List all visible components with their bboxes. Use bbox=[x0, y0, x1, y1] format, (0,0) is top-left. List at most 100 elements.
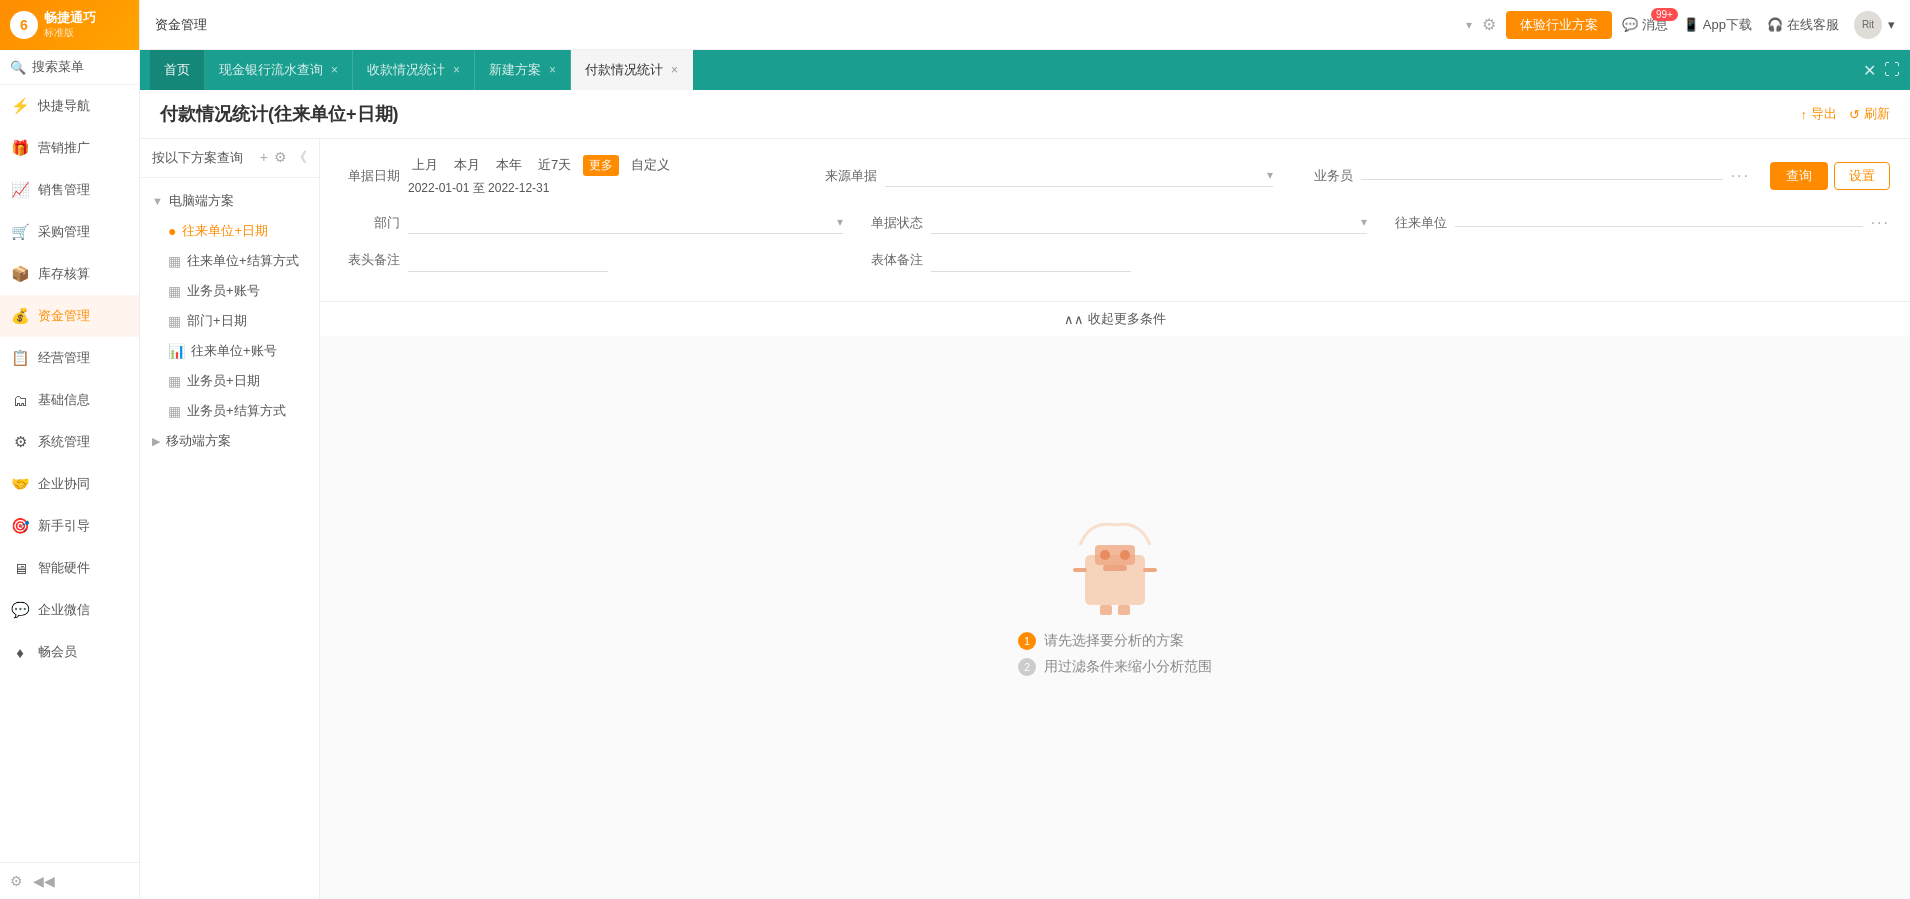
scheme-tree: ▼ 电脑端方案 ● 往来单位+日期 ▦ 往来单位+结算方式 bbox=[140, 178, 319, 464]
sidebar-item-guide[interactable]: 🎯 新手引导 bbox=[0, 505, 139, 547]
add-scheme-button[interactable]: + bbox=[260, 149, 268, 167]
chevron-up-icon: ∧∧ bbox=[1064, 312, 1084, 327]
sidebar-item-basic[interactable]: 🗂 基础信息 bbox=[0, 379, 139, 421]
date-more[interactable]: 更多 bbox=[583, 155, 619, 176]
empty-illustration bbox=[1055, 500, 1175, 620]
user-avatar[interactable]: Rit ▾ bbox=[1854, 11, 1895, 39]
svg-rect-8 bbox=[1118, 605, 1130, 615]
source-select[interactable]: ▾ bbox=[885, 164, 1274, 187]
scheme-item-staff-account[interactable]: ▦ 业务员+账号 bbox=[140, 276, 319, 306]
purchase-icon: 🛒 bbox=[10, 222, 30, 242]
scheme-active-icon: ● bbox=[168, 223, 176, 239]
system-icon: ⚙ bbox=[10, 432, 30, 452]
scheme-item-staff-settle[interactable]: ▦ 业务员+结算方式 bbox=[140, 396, 319, 426]
sidebar-item-corp[interactable]: 🤝 企业协同 bbox=[0, 463, 139, 505]
scheme-item-party-account[interactable]: 📊 往来单位+账号 bbox=[140, 336, 319, 366]
filter-form: 单据日期 上月 本月 本年 近7天 更多 自定义 bbox=[320, 139, 1910, 301]
scheme-item-party-date[interactable]: ● 往来单位+日期 bbox=[140, 216, 319, 246]
sidebar-item-system[interactable]: ⚙ 系统管理 bbox=[0, 421, 139, 463]
sidebar-item-wechat[interactable]: 💬 企业微信 bbox=[0, 589, 139, 631]
tab-receipt[interactable]: 收款情况统计 × bbox=[353, 50, 475, 90]
refresh-button[interactable]: ↺ 刷新 bbox=[1849, 105, 1890, 123]
sidebar-item-sales[interactable]: 📈 销售管理 bbox=[0, 169, 139, 211]
party-select[interactable] bbox=[1455, 218, 1863, 227]
sidebar-header: 6 畅捷通巧 标准版 bbox=[0, 0, 139, 50]
tab-home[interactable]: 首页 bbox=[150, 50, 205, 90]
scheme-panel-actions: + ⚙ 《 bbox=[260, 149, 307, 167]
tab-bar-actions: ✕ ⛶ bbox=[1863, 61, 1900, 80]
sidebar-item-quick-nav[interactable]: ⚡ 快捷导航 bbox=[0, 85, 139, 127]
tab-bar: 首页 现金银行流水查询 × 收款情况统计 × 新建方案 × 付款情况统计 × ✕… bbox=[140, 50, 1910, 90]
close-all-tabs-icon[interactable]: ✕ bbox=[1863, 61, 1876, 80]
chevron-right-icon: ▶ bbox=[152, 435, 160, 448]
page-title: 付款情况统计(往来单位+日期) bbox=[160, 102, 399, 126]
message-button[interactable]: 💬 消息 99+ bbox=[1622, 16, 1668, 34]
party-more-btn[interactable]: ··· bbox=[1871, 214, 1890, 232]
collapse-more-btn[interactable]: ∧∧ 收起更多条件 bbox=[320, 301, 1910, 336]
export-icon: ↑ bbox=[1801, 107, 1808, 122]
date-range-display[interactable]: 2022-01-01 至 2022-12-31 bbox=[408, 180, 674, 197]
scheme-collapse-button[interactable]: 《 bbox=[293, 149, 307, 167]
salesperson-select[interactable] bbox=[1361, 171, 1722, 180]
online-service-button[interactable]: 🎧 在线客服 bbox=[1767, 16, 1839, 34]
tab-bank[interactable]: 现金银行流水查询 × bbox=[205, 50, 353, 90]
body-note-input[interactable] bbox=[931, 248, 1131, 272]
scheme-icon: ▦ bbox=[168, 253, 181, 269]
quick-nav-icon: ⚡ bbox=[10, 96, 30, 116]
sidebar-item-purchase[interactable]: 🛒 采购管理 bbox=[0, 211, 139, 253]
sidebar-item-member[interactable]: ♦ 畅会员 bbox=[0, 631, 139, 673]
tab-payment[interactable]: 付款情况统计 × bbox=[571, 50, 693, 90]
scheme-group-desktop-header[interactable]: ▼ 电脑端方案 bbox=[140, 186, 319, 216]
date-last-month[interactable]: 上月 bbox=[408, 154, 442, 176]
basic-icon: 🗂 bbox=[10, 390, 30, 410]
scheme-item-staff-date[interactable]: ▦ 业务员+日期 bbox=[140, 366, 319, 396]
sidebar-item-finance[interactable]: 💰 资金管理 bbox=[0, 295, 139, 337]
export-button[interactable]: ↑ 导出 bbox=[1801, 105, 1838, 123]
topbar-breadcrumb: 资金管理 bbox=[155, 16, 1456, 34]
date-custom[interactable]: 自定义 bbox=[627, 154, 674, 176]
refresh-icon: ↺ bbox=[1849, 107, 1860, 122]
date-this-month[interactable]: 本月 bbox=[450, 154, 484, 176]
hardware-icon: 🖥 bbox=[10, 558, 30, 578]
footer-collapse-btn[interactable]: ◀◀ bbox=[33, 873, 55, 889]
dept-dropdown-icon: ▾ bbox=[837, 215, 843, 229]
date-this-year[interactable]: 本年 bbox=[492, 154, 526, 176]
date-last-7days[interactable]: 近7天 bbox=[534, 154, 575, 176]
app-download-button[interactable]: 📱 App下载 bbox=[1683, 16, 1752, 34]
scheme-item-party-settle[interactable]: ▦ 往来单位+结算方式 bbox=[140, 246, 319, 276]
sidebar-nav: ⚡ 快捷导航 🎁 营销推广 📈 销售管理 🛒 采购管理 📦 库存核算 💰 bbox=[0, 85, 139, 862]
scheme-group-mobile-header[interactable]: ▶ 移动端方案 bbox=[140, 426, 319, 456]
sidebar-item-marketing[interactable]: 🎁 营销推广 bbox=[0, 127, 139, 169]
sidebar-item-hardware[interactable]: 🖥 智能硬件 bbox=[0, 547, 139, 589]
dept-select[interactable]: ▾ bbox=[408, 211, 843, 234]
status-dropdown-icon: ▾ bbox=[1361, 215, 1367, 229]
tab-close-payment[interactable]: × bbox=[671, 63, 678, 77]
filter-settings-button[interactable]: 设置 bbox=[1834, 162, 1890, 190]
tab-close-new-scheme[interactable]: × bbox=[549, 63, 556, 77]
scheme-panel-header: 按以下方案查询 + ⚙ 《 bbox=[140, 139, 319, 178]
marketing-icon: 🎁 bbox=[10, 138, 30, 158]
inventory-icon: 📦 bbox=[10, 264, 30, 284]
search-menu[interactable]: 🔍 搜索菜单 bbox=[0, 50, 139, 85]
tab-close-bank[interactable]: × bbox=[331, 63, 338, 77]
query-button[interactable]: 查询 bbox=[1770, 162, 1828, 190]
scheme-settings-button[interactable]: ⚙ bbox=[274, 149, 287, 167]
empty-state: 1 请先选择要分析的方案 2 用过滤条件来缩小分析范围 bbox=[320, 336, 1910, 899]
sidebar-item-inventory[interactable]: 📦 库存核算 bbox=[0, 253, 139, 295]
status-select[interactable]: ▾ bbox=[931, 211, 1366, 234]
tab-close-receipt[interactable]: × bbox=[453, 63, 460, 77]
main-content: 按以下方案查询 + ⚙ 《 ▼ 电脑端方案 bbox=[140, 139, 1910, 899]
filter-field-date: 单据日期 上月 本月 本年 近7天 更多 自定义 bbox=[340, 154, 797, 197]
footer-settings-btn[interactable]: ⚙ bbox=[10, 873, 23, 889]
scheme-icon: ▦ bbox=[168, 403, 181, 419]
topbar-dropdown[interactable]: ▾ bbox=[1466, 18, 1472, 32]
tab-new-scheme[interactable]: 新建方案 × bbox=[475, 50, 571, 90]
header-note-input[interactable] bbox=[408, 248, 608, 272]
salesperson-more-btn[interactable]: ··· bbox=[1731, 167, 1750, 185]
trial-button[interactable]: 体验行业方案 bbox=[1506, 11, 1612, 39]
sidebar-item-business[interactable]: 📋 经营管理 bbox=[0, 337, 139, 379]
maximize-icon[interactable]: ⛶ bbox=[1884, 61, 1900, 80]
topbar-settings-icon[interactable]: ⚙ bbox=[1482, 15, 1496, 34]
scheme-item-dept-date[interactable]: ▦ 部门+日期 bbox=[140, 306, 319, 336]
tip-num-1: 1 bbox=[1018, 632, 1036, 650]
